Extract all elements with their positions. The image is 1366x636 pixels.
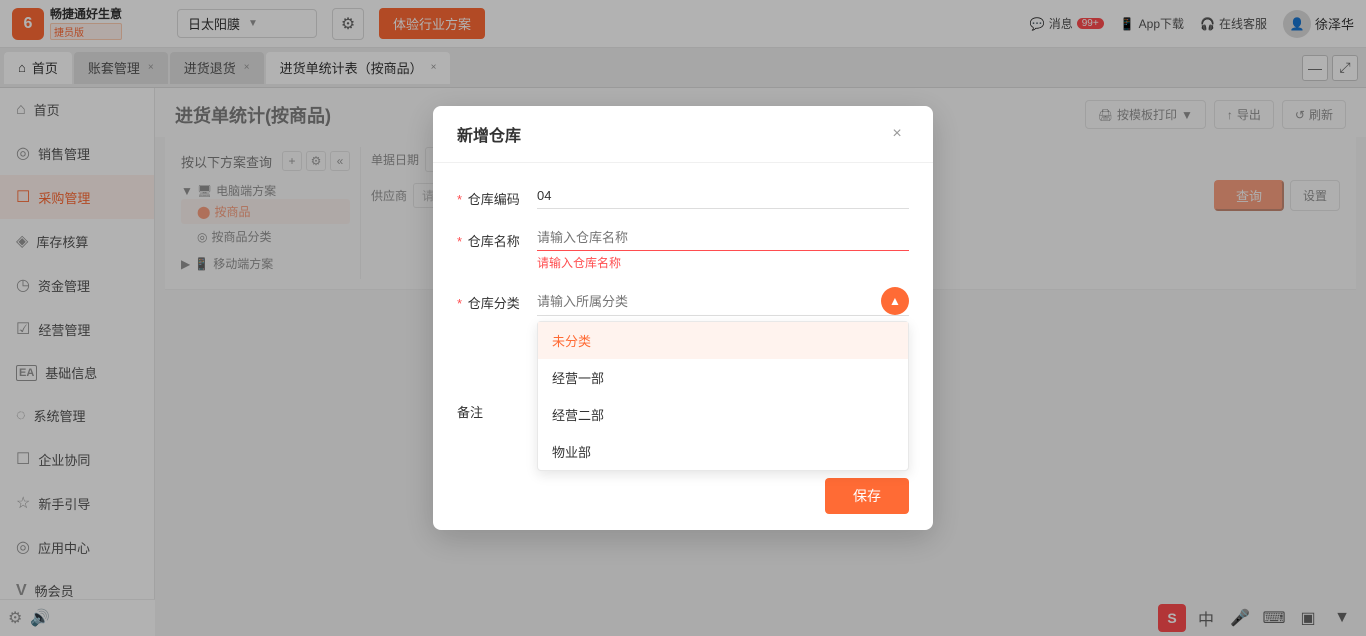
category-required: *	[457, 296, 462, 311]
category-dropdown-toggle[interactable]: ▲	[881, 287, 909, 315]
dropdown-option-dept1[interactable]: 经营一部	[538, 359, 908, 396]
dropdown-option-dept2[interactable]: 经营二部	[538, 396, 908, 433]
name-required: *	[457, 234, 462, 249]
code-required: *	[457, 192, 462, 207]
name-error-msg: 请输入仓库名称	[537, 254, 909, 271]
category-dropdown-list: 未分类 经营一部 经营二部 物业部	[537, 321, 909, 471]
modal-overlay: 新增仓库 × * 仓库编码 * 仓库名称	[0, 0, 1366, 636]
code-label: * 仓库编码	[457, 183, 537, 208]
modal-header: 新增仓库 ×	[433, 106, 933, 163]
form-row-name: * 仓库名称 请输入仓库名称	[457, 225, 909, 271]
modal-title: 新增仓库	[457, 122, 521, 146]
code-input-wrap	[537, 183, 909, 209]
modal-footer: 保存	[433, 462, 933, 530]
dropdown-option-property[interactable]: 物业部	[538, 433, 908, 470]
save-btn[interactable]: 保存	[825, 478, 909, 514]
category-label: * 仓库分类	[457, 287, 537, 312]
name-input-wrap	[537, 225, 909, 251]
name-input[interactable]	[537, 225, 909, 251]
modal-close-btn[interactable]: ×	[885, 122, 909, 146]
name-label: * 仓库名称	[457, 225, 537, 250]
code-input[interactable]	[537, 183, 909, 209]
category-input-row: ▲	[537, 287, 909, 316]
dropdown-option-uncategorized[interactable]: 未分类	[538, 322, 908, 359]
modal: 新增仓库 × * 仓库编码 * 仓库名称	[433, 106, 933, 530]
form-row-code: * 仓库编码	[457, 183, 909, 209]
notes-label: 备注	[457, 396, 537, 421]
category-dropdown-wrap: ▲ 未分类 经营一部 经营二部 物业部	[537, 287, 909, 316]
modal-body: * 仓库编码 * 仓库名称	[433, 163, 933, 446]
category-input[interactable]	[537, 289, 881, 314]
close-icon: ×	[892, 125, 901, 143]
form-row-category: * 仓库分类 ▲ 未分类 经营一部 经营二部 物业部	[457, 287, 909, 316]
